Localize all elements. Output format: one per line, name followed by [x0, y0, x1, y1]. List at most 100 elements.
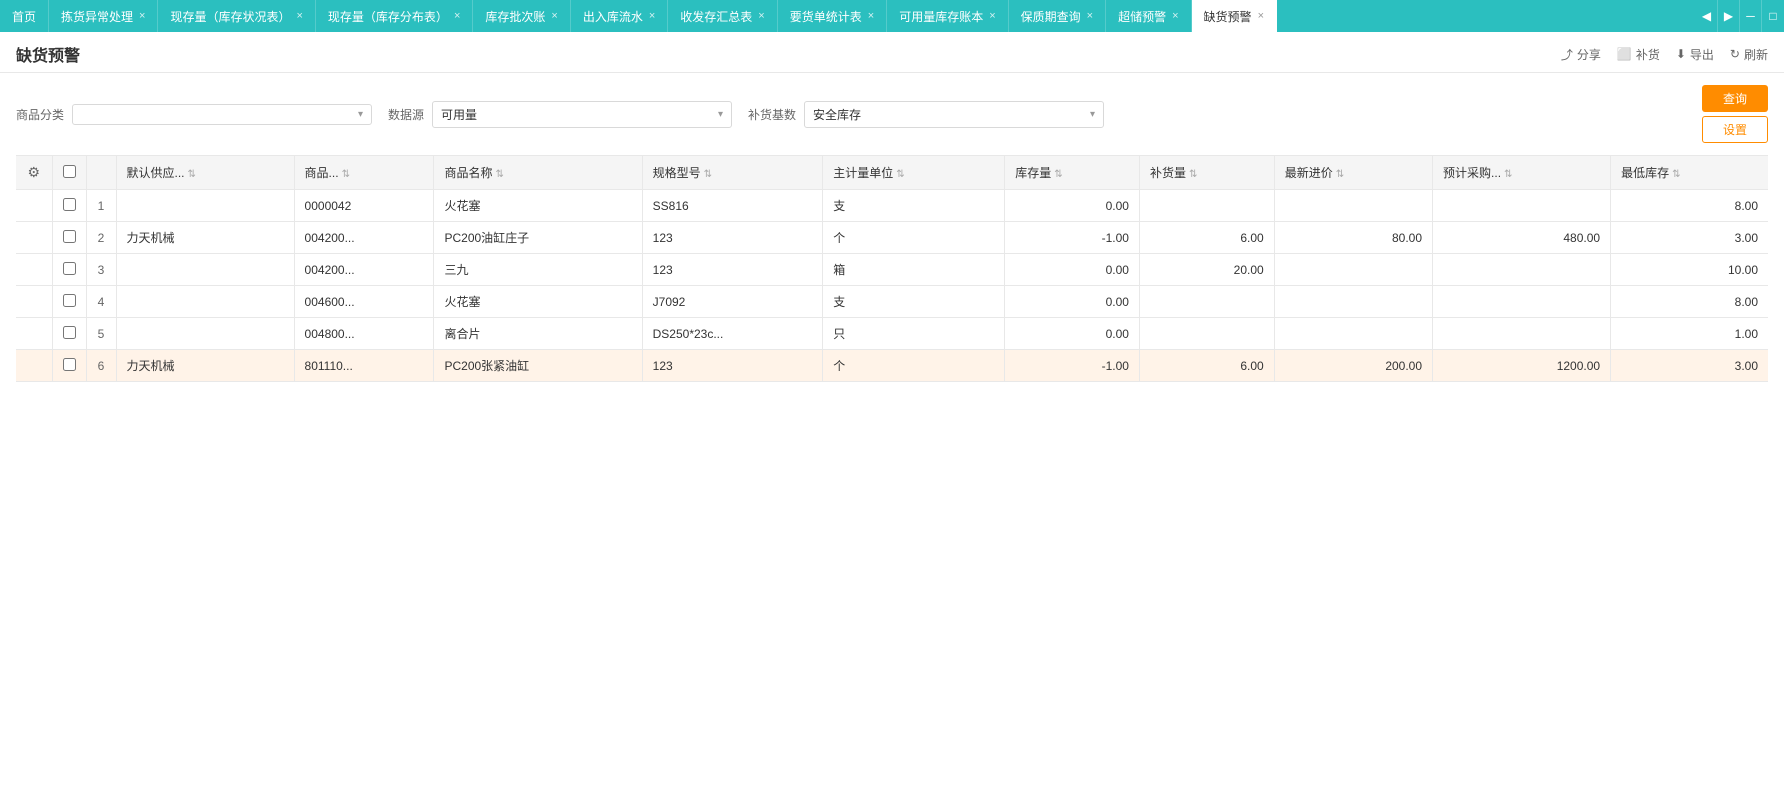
tab-close-inventory-dist[interactable]: ×	[454, 10, 460, 22]
th-stock_qty[interactable]: 库存量⇅	[1005, 156, 1140, 190]
cell-product_name: 离合片	[434, 318, 642, 350]
select-all-checkbox[interactable]	[63, 165, 76, 178]
tab-close-inout-flow[interactable]: ×	[649, 10, 655, 22]
cell-latest_price: 80.00	[1274, 222, 1432, 254]
cell-product_code: 004200...	[294, 222, 434, 254]
tab-next-btn[interactable]: ▶	[1718, 0, 1740, 32]
gear-button[interactable]: ⚙	[27, 164, 40, 181]
tab-minimize-btn[interactable]: ─	[1740, 0, 1762, 32]
tab-order-stats[interactable]: 要货单统计表×	[778, 0, 887, 32]
tab-close-expiry-query[interactable]: ×	[1087, 10, 1093, 22]
tab-close-available-account[interactable]: ×	[989, 10, 995, 22]
table-row[interactable]: 3004200...三九123箱0.0020.0010.00	[16, 254, 1768, 286]
cell-restock_qty	[1139, 190, 1274, 222]
category-select[interactable]: ▾	[72, 104, 372, 125]
th-est_purchase[interactable]: 预计采购...⇅	[1433, 156, 1611, 190]
export-action[interactable]: ⬇ 导出	[1676, 46, 1714, 63]
share-action[interactable]: ⤴ 分享	[1561, 46, 1601, 63]
sort-icon-product_code: ⇅	[342, 169, 350, 180]
cell-latest_price	[1274, 318, 1432, 350]
cell-latest_price	[1274, 190, 1432, 222]
restock-action[interactable]: ⬜ 补货	[1617, 46, 1660, 63]
row-checkbox-1[interactable]	[63, 230, 76, 243]
cell-product_name: PC200张紧油缸	[434, 350, 642, 382]
row-checkbox-2[interactable]	[63, 262, 76, 275]
row-checkbox-5[interactable]	[63, 358, 76, 371]
cell-stock_qty: 0.00	[1005, 286, 1140, 318]
th-product_code[interactable]: 商品...⇅	[294, 156, 434, 190]
settings-button[interactable]: 设置	[1702, 116, 1768, 143]
cell-latest_price	[1274, 254, 1432, 286]
table-row[interactable]: 4004600...火花塞J7092支0.008.00	[16, 286, 1768, 318]
cell-product_name: 火花塞	[434, 190, 642, 222]
row-seq: 3	[86, 254, 116, 286]
cell-est_purchase	[1433, 286, 1611, 318]
tab-available-account[interactable]: 可用量库存账本×	[887, 0, 1008, 32]
restock-base-filter-group: 补货基数 安全库存 ▾	[748, 101, 1104, 128]
tab-overstock-warning[interactable]: 超储预警×	[1106, 0, 1191, 32]
tab-prev-btn[interactable]: ◀	[1696, 0, 1718, 32]
tab-expiry-query[interactable]: 保质期查询×	[1009, 0, 1106, 32]
table-row[interactable]: 6力天机械801110...PC200张紧油缸123个-1.006.00200.…	[16, 350, 1768, 382]
row-checkbox-0[interactable]	[63, 198, 76, 211]
tab-maximize-btn[interactable]: □	[1762, 0, 1784, 32]
th-min_stock[interactable]: 最低库存⇅	[1611, 156, 1768, 190]
cell-default_supplier: 力天机械	[116, 222, 294, 254]
tab-inventory-dist[interactable]: 现存量（库存分布表）×	[316, 0, 473, 32]
cell-est_purchase	[1433, 254, 1611, 286]
refresh-action[interactable]: ↻ 刷新	[1730, 46, 1768, 63]
tab-inventory-status[interactable]: 现存量（库存状况表）×	[158, 0, 315, 32]
th-restock_qty[interactable]: 补货量⇅	[1139, 156, 1274, 190]
cell-est_purchase	[1433, 190, 1611, 222]
cell-min_stock: 8.00	[1611, 286, 1768, 318]
cell-stock_qty: -1.00	[1005, 222, 1140, 254]
tab-close-abnormal[interactable]: ×	[139, 10, 145, 22]
table-row[interactable]: 2力天机械004200...PC200油缸庄子123个-1.006.0080.0…	[16, 222, 1768, 254]
cell-spec: SS816	[642, 190, 823, 222]
tab-collect-summary[interactable]: 收发存汇总表×	[668, 0, 777, 32]
sort-icon-default_supplier: ⇅	[188, 169, 196, 180]
tab-close-inventory-status[interactable]: ×	[296, 10, 302, 22]
sort-icon-stock_qty: ⇅	[1054, 169, 1062, 180]
category-label: 商品分类	[16, 106, 64, 123]
tab-abnormal[interactable]: 拣货异常处理×	[49, 0, 158, 32]
sort-icon-restock_qty: ⇅	[1189, 169, 1197, 180]
tab-inout-flow[interactable]: 出入库流水×	[571, 0, 668, 32]
row-gear-cell	[16, 222, 52, 254]
table-row[interactable]: 5004800...离合片DS250*23c...只0.001.00	[16, 318, 1768, 350]
row-gear-cell	[16, 254, 52, 286]
row-gear-cell	[16, 350, 52, 382]
table-row[interactable]: 10000042火花塞SS816支0.008.00	[16, 190, 1768, 222]
cell-latest_price	[1274, 286, 1432, 318]
cell-min_stock: 3.00	[1611, 222, 1768, 254]
cell-restock_qty: 6.00	[1139, 222, 1274, 254]
th-spec[interactable]: 规格型号⇅	[642, 156, 823, 190]
tab-home[interactable]: 首页	[0, 0, 49, 32]
tab-shortage-warning[interactable]: 缺货预警×	[1192, 0, 1277, 32]
tab-close-order-stats[interactable]: ×	[868, 10, 874, 22]
cell-spec: 123	[642, 222, 823, 254]
cell-unit: 支	[823, 190, 1005, 222]
query-button[interactable]: 查询	[1702, 85, 1768, 112]
row-checkbox-4[interactable]	[63, 326, 76, 339]
tab-close-collect-summary[interactable]: ×	[758, 10, 764, 22]
restock-base-select[interactable]: 安全库存 ▾	[804, 101, 1104, 128]
tab-batch-account[interactable]: 库存批次账×	[473, 0, 570, 32]
category-chevron-icon: ▾	[358, 109, 363, 120]
row-gear-cell	[16, 286, 52, 318]
tab-close-batch-account[interactable]: ×	[551, 10, 557, 22]
datasource-select[interactable]: 可用量 ▾	[432, 101, 732, 128]
tab-close-shortage-warning[interactable]: ×	[1258, 10, 1264, 22]
cell-restock_qty: 20.00	[1139, 254, 1274, 286]
cell-restock_qty	[1139, 286, 1274, 318]
cell-product_code: 004800...	[294, 318, 434, 350]
tab-close-overstock-warning[interactable]: ×	[1172, 10, 1178, 22]
row-checkbox-3[interactable]	[63, 294, 76, 307]
th-unit[interactable]: 主计量单位⇅	[823, 156, 1005, 190]
cell-default_supplier	[116, 286, 294, 318]
row-seq: 2	[86, 222, 116, 254]
th-product_name[interactable]: 商品名称⇅	[434, 156, 642, 190]
th-default_supplier[interactable]: 默认供应...⇅	[116, 156, 294, 190]
th-latest_price[interactable]: 最新进价⇅	[1274, 156, 1432, 190]
cell-unit: 个	[823, 222, 1005, 254]
